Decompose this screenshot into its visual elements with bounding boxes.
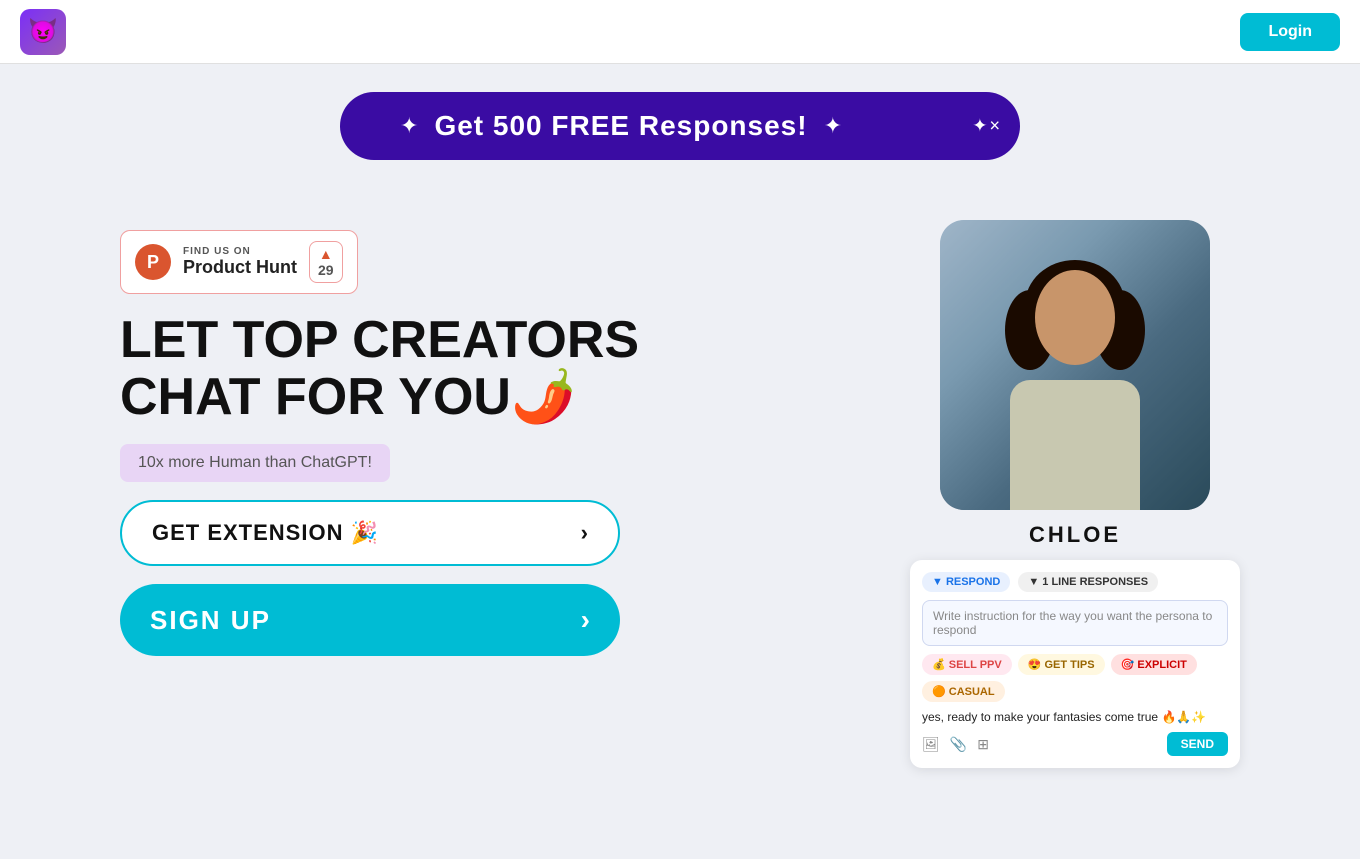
hero-headline: LET TOP CREATORS CHAT FOR YOU🌶️ (120, 312, 850, 426)
grid-icon[interactable]: ⊞ (977, 736, 989, 753)
get-extension-label: GET EXTENSION 🎉 (152, 520, 379, 546)
send-button[interactable]: SEND (1167, 732, 1228, 756)
product-hunt-logo: P (135, 244, 171, 280)
left-column: P FIND US ON Product Hunt ▲ 29 LET TOP C… (120, 220, 850, 656)
one-line-responses-tab[interactable]: ▼ 1 LINE RESPONSES (1018, 572, 1158, 592)
vote-count: 29 (318, 262, 334, 278)
headline-line2: CHAT FOR YOU🌶️ (120, 369, 850, 426)
link-icon[interactable]: 📎 (950, 736, 967, 753)
chat-ui-panel: ▼ RESPOND ▼ 1 LINE RESPONSES Write instr… (910, 560, 1240, 768)
sparkle-left-icon: ✦ (400, 113, 418, 139)
right-column: CHLOE ▼ RESPOND ▼ 1 LINE RESPONSES Write… (910, 220, 1240, 768)
signup-arrow-icon: › (581, 604, 590, 636)
chat-action-buttons: 💰 SELL PPV 😍 GET TIPS 🎯 EXPLICIT 🟠 CASUA… (922, 654, 1228, 702)
banner-close-button[interactable]: ✦× (972, 116, 1000, 137)
header: 😈 Login (0, 0, 1360, 64)
respond-tab[interactable]: ▼ RESPOND (922, 572, 1010, 592)
get-tips-button[interactable]: 😍 GET TIPS (1018, 654, 1105, 675)
chat-instruction-input[interactable]: Write instruction for the way you want t… (922, 600, 1228, 646)
sign-up-label: SIGN UP (150, 605, 271, 636)
get-extension-button[interactable]: GET EXTENSION 🎉 › (120, 500, 620, 566)
app-logo: 😈 (20, 9, 66, 55)
product-hunt-badge[interactable]: P FIND US ON Product Hunt ▲ 29 (120, 230, 358, 294)
find-us-label: FIND US ON (183, 246, 297, 257)
promo-banner: ✦ Get 500 FREE Responses! ✦ ✦× (340, 92, 1020, 160)
vote-arrow-icon: ▲ (319, 246, 333, 262)
product-hunt-name: Product Hunt (183, 257, 297, 278)
creator-person-illustration (975, 250, 1175, 510)
sign-up-button[interactable]: SIGN UP › (120, 584, 620, 656)
chat-tabs-row: ▼ RESPOND ▼ 1 LINE RESPONSES (922, 572, 1228, 592)
banner-text: Get 500 FREE Responses! (434, 110, 807, 142)
promo-banner-wrapper: ✦ Get 500 FREE Responses! ✦ ✦× (0, 64, 1360, 180)
head-shape (1035, 270, 1115, 365)
casual-button[interactable]: 🟠 CASUAL (922, 681, 1005, 702)
body-shape (1010, 380, 1140, 510)
hero-subtext: 10x more Human than ChatGPT! (120, 444, 390, 482)
main-content: P FIND US ON Product Hunt ▲ 29 LET TOP C… (0, 180, 1360, 768)
login-button[interactable]: Login (1240, 13, 1340, 51)
headline-line1: LET TOP CREATORS (120, 312, 850, 369)
chat-bottom-row: 🖼 📎 ⊞ SEND (922, 732, 1228, 756)
sell-ppv-button[interactable]: 💰 SELL PPV (922, 654, 1012, 675)
chat-response-text: yes, ready to make your fantasies come t… (922, 710, 1228, 724)
creator-photo (940, 220, 1210, 510)
extension-arrow-icon: › (581, 520, 588, 546)
vote-count-badge: ▲ 29 (309, 241, 343, 283)
creator-name: CHLOE (1029, 522, 1121, 548)
explicit-button[interactable]: 🎯 EXPLICIT (1111, 654, 1197, 675)
sparkle-right-icon: ✦ (824, 113, 842, 139)
chat-attachment-icons: 🖼 📎 ⊞ (922, 736, 989, 753)
image-icon[interactable]: 🖼 (922, 736, 940, 753)
product-hunt-text: FIND US ON Product Hunt (183, 246, 297, 278)
